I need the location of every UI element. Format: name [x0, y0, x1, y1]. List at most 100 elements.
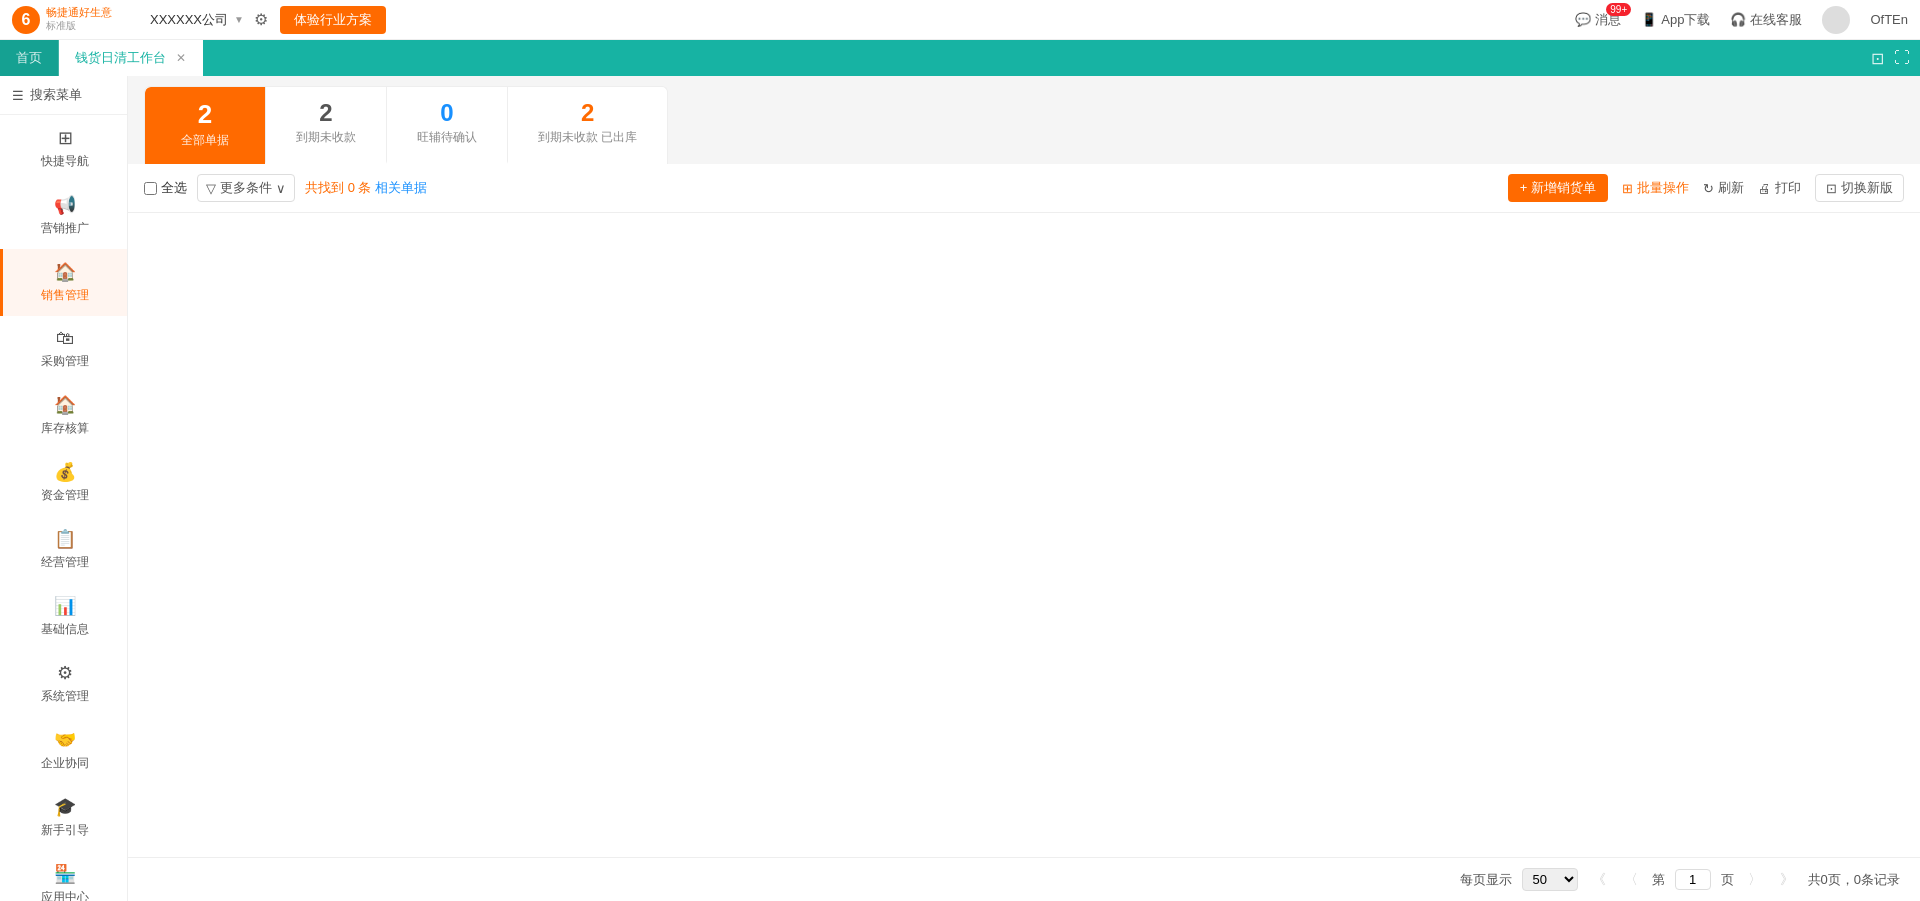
- toolbar: 全选 ▽ 更多条件 ∨ 共找到 0 条 相关单据 + 新增销货单 ⊞: [128, 164, 1920, 213]
- batch-action-btn[interactable]: ⊞ 批量操作: [1622, 179, 1689, 197]
- page-size-select[interactable]: 20 50 100: [1522, 868, 1578, 891]
- sales-icon: 🏠: [54, 261, 76, 283]
- content-area: 2 全部单据 2 到期未收款 0 旺辅待确认 2 到期未收款 已出库: [128, 76, 1920, 901]
- purchase-icon: 🛍: [56, 328, 74, 349]
- last-page-btn[interactable]: 》: [1776, 869, 1798, 891]
- wangdian-count: 0: [440, 99, 453, 127]
- found-link[interactable]: 相关单据: [375, 180, 427, 195]
- overdue-unshipped-label: 到期未收款 已出库: [538, 129, 637, 146]
- sidebar-item-system[interactable]: ⚙ 系统管理: [0, 650, 127, 717]
- summary-tabs-wrapper: 2 全部单据 2 到期未收款 0 旺辅待确认 2 到期未收款 已出库: [128, 76, 1920, 164]
- total-label: 共0页，0条记录: [1808, 871, 1900, 889]
- marketing-icon: 📢: [54, 194, 76, 216]
- refresh-label: 刷新: [1718, 179, 1744, 197]
- tab-qhrc-label: 钱货日清工作台: [75, 49, 166, 67]
- inventory-label: 库存核算: [41, 420, 89, 437]
- refresh-icon: ↻: [1703, 181, 1714, 196]
- settings-icon[interactable]: ⚙: [254, 10, 268, 29]
- batch-icon: ⊞: [1622, 181, 1633, 196]
- company-selector[interactable]: XXXXXX公司 ▼: [150, 11, 244, 29]
- finance-label: 资金管理: [41, 487, 89, 504]
- logo-text: 畅捷通好生意: [46, 6, 112, 19]
- system-icon: ⚙: [57, 662, 73, 684]
- operations-icon: 📋: [54, 528, 76, 550]
- batch-label: 批量操作: [1637, 179, 1689, 197]
- table-empty-state: [128, 213, 1920, 857]
- sidebar-item-sales[interactable]: 🏠 销售管理: [0, 249, 127, 316]
- enterprise-label: 企业协同: [41, 755, 89, 772]
- tab-qhrc[interactable]: 钱货日清工作台 ✕: [59, 40, 203, 76]
- tab-bar: 首页 钱货日清工作台 ✕ ⊡ ⛶: [0, 40, 1920, 76]
- tab-close-icon[interactable]: ✕: [176, 51, 186, 65]
- inventory-icon: 🏠: [54, 394, 76, 416]
- sidebar-item-basic[interactable]: 📊 基础信息: [0, 583, 127, 650]
- sidebar-item-inventory[interactable]: 🏠 库存核算: [0, 382, 127, 449]
- page-label: 第: [1652, 871, 1665, 889]
- switch-icon: ⊡: [1826, 181, 1837, 196]
- logo-text-group: 畅捷通好生意 标准版: [46, 6, 112, 33]
- first-page-btn[interactable]: 《: [1588, 869, 1610, 891]
- new-sales-order-btn[interactable]: + 新增销货单: [1508, 174, 1608, 202]
- summary-tab-overdue-unpaid[interactable]: 2 到期未收款: [265, 87, 386, 164]
- filter-btn[interactable]: ▽ 更多条件 ∨: [197, 174, 295, 202]
- sidebar-item-finance[interactable]: 💰 资金管理: [0, 449, 127, 516]
- appstore-icon: 🏪: [54, 863, 76, 885]
- tab-restore-btn[interactable]: ⊡: [1871, 49, 1884, 68]
- print-label: 打印: [1775, 179, 1801, 197]
- user-name: OfTEn: [1870, 12, 1908, 27]
- select-all-checkbox[interactable]: 全选: [144, 179, 187, 197]
- sidebar-item-marketing[interactable]: 📢 营销推广: [0, 182, 127, 249]
- online-service-icon: 🎧: [1730, 12, 1746, 27]
- page-input[interactable]: [1675, 869, 1711, 890]
- prev-page-btn[interactable]: 〈: [1620, 869, 1642, 891]
- summary-tab-wangdian[interactable]: 0 旺辅待确认: [386, 87, 507, 164]
- overdue-unshipped-count: 2: [581, 99, 594, 127]
- page-size-label: 每页显示: [1460, 871, 1512, 889]
- switch-label: 切换新版: [1841, 179, 1893, 197]
- sidebar-item-enterprise[interactable]: 🤝 企业协同: [0, 717, 127, 784]
- tab-fullscreen-btn[interactable]: ⛶: [1894, 49, 1910, 67]
- sidebar-item-appstore[interactable]: 🏪 应用中心: [0, 851, 127, 901]
- filter-icon: ▽: [206, 181, 216, 196]
- guide-label: 新手引导: [41, 822, 89, 839]
- tab-bar-actions: ⊡ ⛶: [1871, 40, 1920, 76]
- top-header: 6 畅捷通好生意 标准版 XXXXXX公司 ▼ ⚙ 体验行业方案 💬 消息 99…: [0, 0, 1920, 40]
- table-area: [128, 213, 1920, 857]
- basic-label: 基础信息: [41, 621, 89, 638]
- marketing-label: 营销推广: [41, 220, 89, 237]
- message-badge: 99+: [1606, 3, 1631, 16]
- tab-home[interactable]: 首页: [0, 40, 59, 76]
- search-menu-btn[interactable]: ☰ 搜索菜单: [0, 76, 127, 115]
- sidebar-item-guide[interactable]: 🎓 新手引导: [0, 784, 127, 851]
- avatar[interactable]: [1822, 6, 1850, 34]
- guide-icon: 🎓: [54, 796, 76, 818]
- summary-tab-all[interactable]: 2 全部单据: [145, 87, 265, 164]
- filter-label: 更多条件: [220, 179, 272, 197]
- system-label: 系统管理: [41, 688, 89, 705]
- print-btn[interactable]: 🖨 打印: [1758, 179, 1801, 197]
- next-page-btn[interactable]: 〉: [1744, 869, 1766, 891]
- company-name: XXXXXX公司: [150, 11, 228, 29]
- experience-btn[interactable]: 体验行业方案: [280, 6, 386, 34]
- found-count-area: 共找到 0 条 相关单据: [305, 179, 427, 197]
- all-count: 2: [198, 99, 212, 130]
- filter-arrow-icon: ∨: [276, 181, 286, 196]
- app-download-btn[interactable]: 📱 App下载: [1641, 11, 1710, 29]
- message-btn[interactable]: 💬 消息 99+: [1575, 11, 1621, 29]
- sidebar-item-operations[interactable]: 📋 经营管理: [0, 516, 127, 583]
- sidebar-item-quick-nav[interactable]: ⊞ 快捷导航: [0, 115, 127, 182]
- summary-tabs-inner: 2 全部单据 2 到期未收款 0 旺辅待确认 2 到期未收款 已出库: [144, 86, 668, 164]
- refresh-btn[interactable]: ↻ 刷新: [1703, 179, 1744, 197]
- found-prefix: 共找到: [305, 180, 344, 195]
- select-all-label: 全选: [161, 179, 187, 197]
- overdue-unpaid-label: 到期未收款: [296, 129, 356, 146]
- appstore-label: 应用中心: [41, 889, 89, 901]
- toolbar-right: + 新增销货单 ⊞ 批量操作 ↻ 刷新 🖨 打印 ⊡ 切换新版: [1508, 174, 1904, 202]
- switch-new-version-btn[interactable]: ⊡ 切换新版: [1815, 174, 1904, 202]
- toolbar-left: 全选 ▽ 更多条件 ∨ 共找到 0 条 相关单据: [144, 174, 427, 202]
- select-all-input[interactable]: [144, 182, 157, 195]
- online-service-btn[interactable]: 🎧 在线客服: [1730, 11, 1802, 29]
- pagination-bar: 每页显示 20 50 100 《 〈 第 页 〉 》 共0页，0条记录: [128, 857, 1920, 901]
- summary-tab-overdue-unshipped[interactable]: 2 到期未收款 已出库: [507, 87, 667, 164]
- sidebar-item-purchase[interactable]: 🛍 采购管理: [0, 316, 127, 382]
